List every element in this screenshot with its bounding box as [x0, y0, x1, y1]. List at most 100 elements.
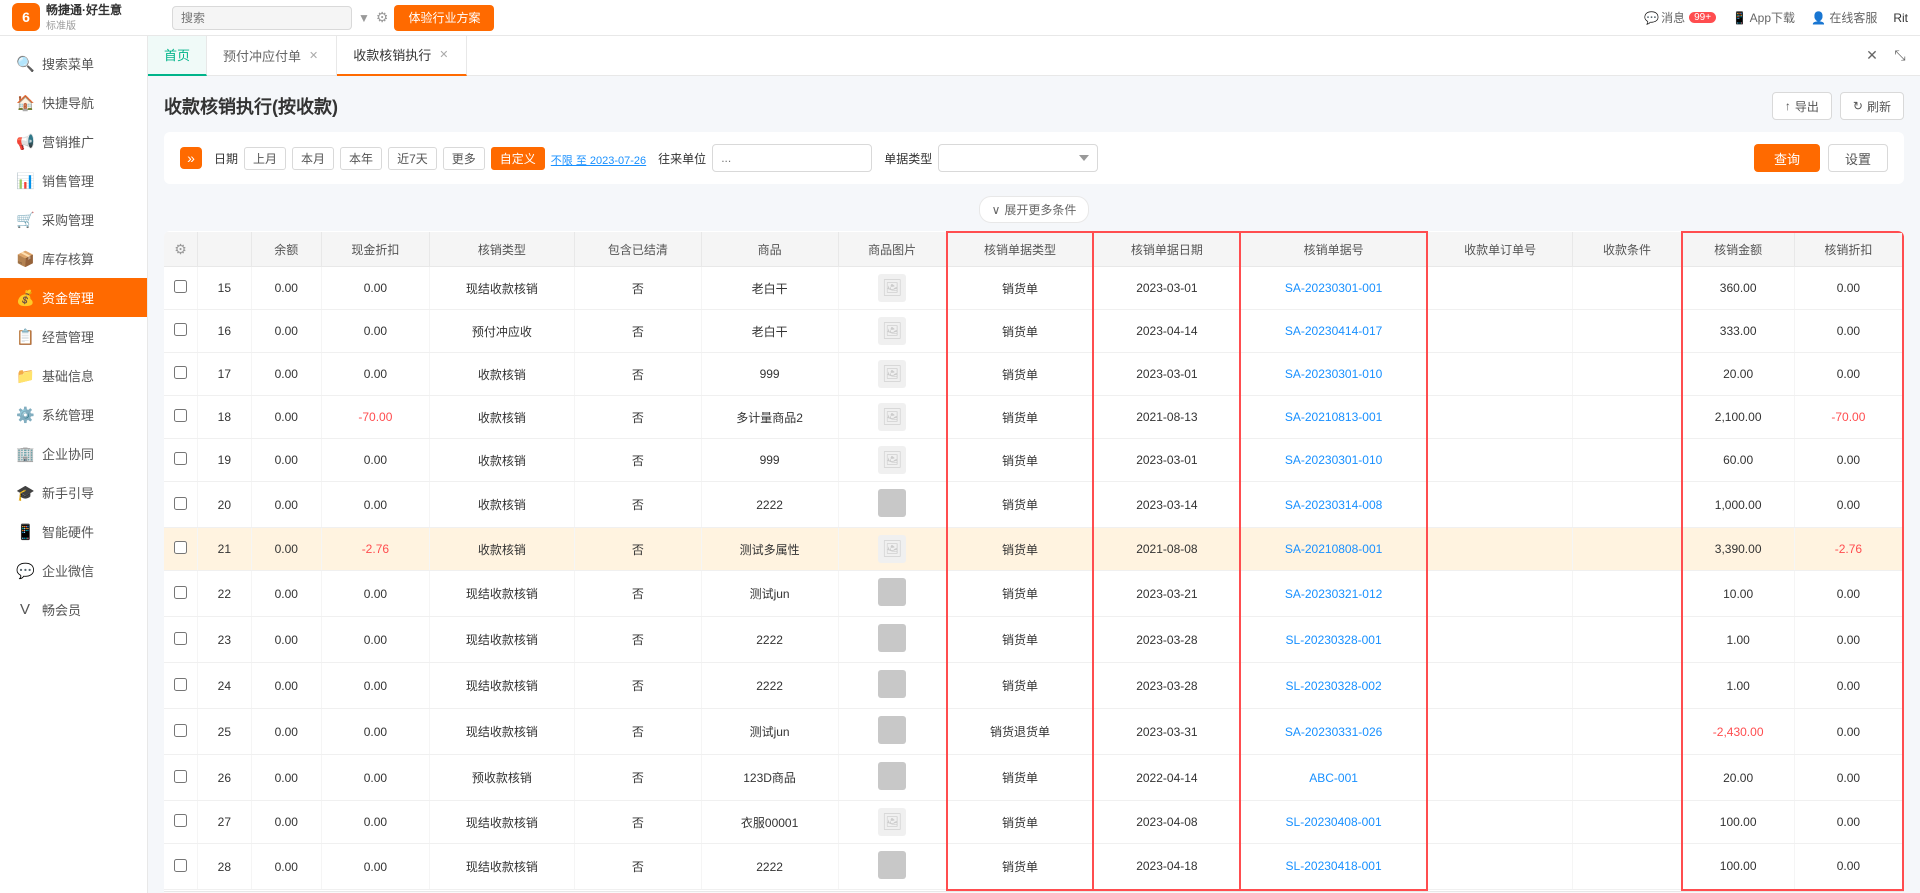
cell-checkbox[interactable] — [164, 353, 198, 396]
cell-checkbox[interactable] — [164, 396, 198, 439]
message-btn[interactable]: 💬 消息99+ — [1644, 9, 1716, 26]
from-unit-input[interactable] — [712, 144, 872, 172]
top-search-input[interactable] — [172, 6, 352, 30]
cell-verify-discount: 0.00 — [1794, 353, 1903, 396]
date-this-year[interactable]: 本年 — [340, 147, 382, 170]
sidebar-item-smart-hw[interactable]: 📱智能硬件 — [0, 512, 147, 551]
settings-icon[interactable]: ⚙ — [376, 9, 389, 26]
date-7days[interactable]: 近7天 — [388, 147, 437, 170]
cell-checkbox[interactable] — [164, 482, 198, 528]
row-checkbox[interactable] — [174, 366, 187, 379]
column-settings-btn[interactable]: ⚙ — [174, 241, 187, 258]
sidebar-item-quick-nav[interactable]: 🏠快捷导航 — [0, 83, 147, 122]
verify-doc-no-link[interactable]: SL-20230418-001 — [1286, 859, 1382, 873]
sidebar-item-sys-mgmt[interactable]: ⚙️系统管理 — [0, 395, 147, 434]
cell-checkbox[interactable] — [164, 801, 198, 844]
maximize-btn[interactable]: ⤡ — [1888, 44, 1912, 68]
close-window-btn[interactable]: ✕ — [1860, 44, 1884, 68]
expand-more-btn[interactable]: ∨ 展开更多条件 — [979, 196, 1090, 223]
verify-doc-no-link[interactable]: SA-20230301-010 — [1285, 453, 1382, 467]
sidebar-item-wechat[interactable]: 💬企业微信 — [0, 551, 147, 590]
tab-collection-verify[interactable]: 收款核销执行✕ — [337, 36, 467, 76]
row-checkbox[interactable] — [174, 280, 187, 293]
dropdown-chevron-icon[interactable]: ▼ — [358, 11, 370, 25]
verify-doc-no-link[interactable]: SA-20230301-001 — [1285, 281, 1382, 295]
sidebar-label-quick-nav: 快捷导航 — [42, 93, 94, 112]
verify-doc-no-link[interactable]: SA-20210813-001 — [1285, 410, 1382, 424]
refresh-btn[interactable]: ↻ 刷新 — [1840, 92, 1904, 120]
cell-checkbox[interactable] — [164, 663, 198, 709]
app-download-btn[interactable]: 📱 App下载 — [1732, 9, 1795, 26]
verify-doc-no-link[interactable]: SA-20230301-010 — [1285, 367, 1382, 381]
sidebar-item-sales-mgmt[interactable]: 📊销售管理 — [0, 161, 147, 200]
row-checkbox[interactable] — [174, 541, 187, 554]
online-service-btn[interactable]: 👤 在线客服 — [1811, 9, 1877, 26]
sidebar-item-search-menu[interactable]: 🔍搜索菜单 — [0, 44, 147, 83]
tab-close-collection-verify[interactable]: ✕ — [437, 46, 450, 63]
verify-doc-no-link[interactable]: SA-20210808-001 — [1285, 542, 1382, 556]
verify-doc-no-link[interactable]: SL-20230408-001 — [1286, 815, 1382, 829]
cell-verify-doc-no: SL-20230408-001 — [1240, 801, 1427, 844]
row-checkbox[interactable] — [174, 323, 187, 336]
cell-checkbox[interactable] — [164, 844, 198, 890]
cell-goods: 多计量商品2 — [701, 396, 838, 439]
date-more[interactable]: 更多 — [443, 147, 485, 170]
cell-checkbox[interactable] — [164, 571, 198, 617]
cell-cash-discount: -2.76 — [321, 528, 429, 571]
cell-verify-doc-date: 2023-03-01 — [1093, 267, 1240, 310]
row-checkbox[interactable] — [174, 409, 187, 422]
cell-goods: 测试jun — [701, 571, 838, 617]
row-checkbox[interactable] — [174, 770, 187, 783]
sidebar-item-purchase-mgmt[interactable]: 🛒采购管理 — [0, 200, 147, 239]
sidebar-icon-sales-mgmt: 📊 — [16, 172, 34, 190]
date-this-month[interactable]: 本月 — [292, 147, 334, 170]
cell-verify-discount: 0.00 — [1794, 267, 1903, 310]
tab-home[interactable]: 首页 — [148, 36, 207, 76]
cell-checkbox[interactable] — [164, 617, 198, 663]
date-range-display[interactable]: 不限 至 2023-07-26 — [551, 152, 646, 168]
cell-checkbox[interactable] — [164, 267, 198, 310]
verify-doc-no-link[interactable]: SA-20230321-012 — [1285, 587, 1382, 601]
sidebar-item-basic-info[interactable]: 📁基础信息 — [0, 356, 147, 395]
row-checkbox[interactable] — [174, 497, 187, 510]
verify-doc-no-link[interactable]: SA-20230331-026 — [1285, 725, 1382, 739]
col-gear[interactable]: ⚙ — [164, 232, 198, 267]
sidebar-item-biz-mgmt[interactable]: 📋经营管理 — [0, 317, 147, 356]
export-btn[interactable]: ↑ 导出 — [1772, 92, 1832, 120]
row-checkbox[interactable] — [174, 724, 187, 737]
row-checkbox[interactable] — [174, 586, 187, 599]
verify-doc-no-link[interactable]: SA-20230314-008 — [1285, 498, 1382, 512]
sidebar-item-fund-mgmt[interactable]: 💰资金管理 — [0, 278, 147, 317]
sidebar-label-marketing: 营销推广 — [42, 132, 94, 151]
cell-checkbox[interactable] — [164, 755, 198, 801]
row-checkbox[interactable] — [174, 632, 187, 645]
cell-cash-discount: -70.00 — [321, 396, 429, 439]
cell-checkbox[interactable] — [164, 439, 198, 482]
row-checkbox[interactable] — [174, 452, 187, 465]
filter-expand-icon-btn[interactable]: » — [180, 147, 202, 169]
row-checkbox[interactable] — [174, 678, 187, 691]
verify-doc-no-link[interactable]: SA-20230414-017 — [1285, 324, 1382, 338]
cell-checkbox[interactable] — [164, 310, 198, 353]
cell-checkbox[interactable] — [164, 528, 198, 571]
industry-btn[interactable]: 体验行业方案 — [394, 5, 494, 31]
sidebar-item-enterprise[interactable]: 🏢企业协同 — [0, 434, 147, 473]
verify-doc-no-link[interactable]: ABC-001 — [1309, 771, 1358, 785]
sidebar-item-guide[interactable]: 🎓新手引导 — [0, 473, 147, 512]
cell-checkbox[interactable] — [164, 709, 198, 755]
tab-close-prepay[interactable]: ✕ — [307, 47, 320, 64]
doc-type-select[interactable] — [938, 144, 1098, 172]
sidebar-item-marketing[interactable]: 📢营销推广 — [0, 122, 147, 161]
verify-doc-no-link[interactable]: SL-20230328-002 — [1286, 679, 1382, 693]
verify-doc-no-link[interactable]: SL-20230328-001 — [1286, 633, 1382, 647]
setting-btn[interactable]: 设置 — [1828, 144, 1888, 172]
cell-balance: 0.00 — [251, 267, 321, 310]
row-checkbox[interactable] — [174, 859, 187, 872]
row-checkbox[interactable] — [174, 814, 187, 827]
tab-prepay[interactable]: 预付冲应付单✕ — [207, 36, 337, 76]
date-custom[interactable]: 自定义 — [491, 147, 545, 170]
date-last-month[interactable]: 上月 — [244, 147, 286, 170]
sidebar-item-inventory[interactable]: 📦库存核算 — [0, 239, 147, 278]
query-btn[interactable]: 查询 — [1754, 144, 1820, 172]
sidebar-item-member[interactable]: V畅会员 — [0, 590, 147, 629]
